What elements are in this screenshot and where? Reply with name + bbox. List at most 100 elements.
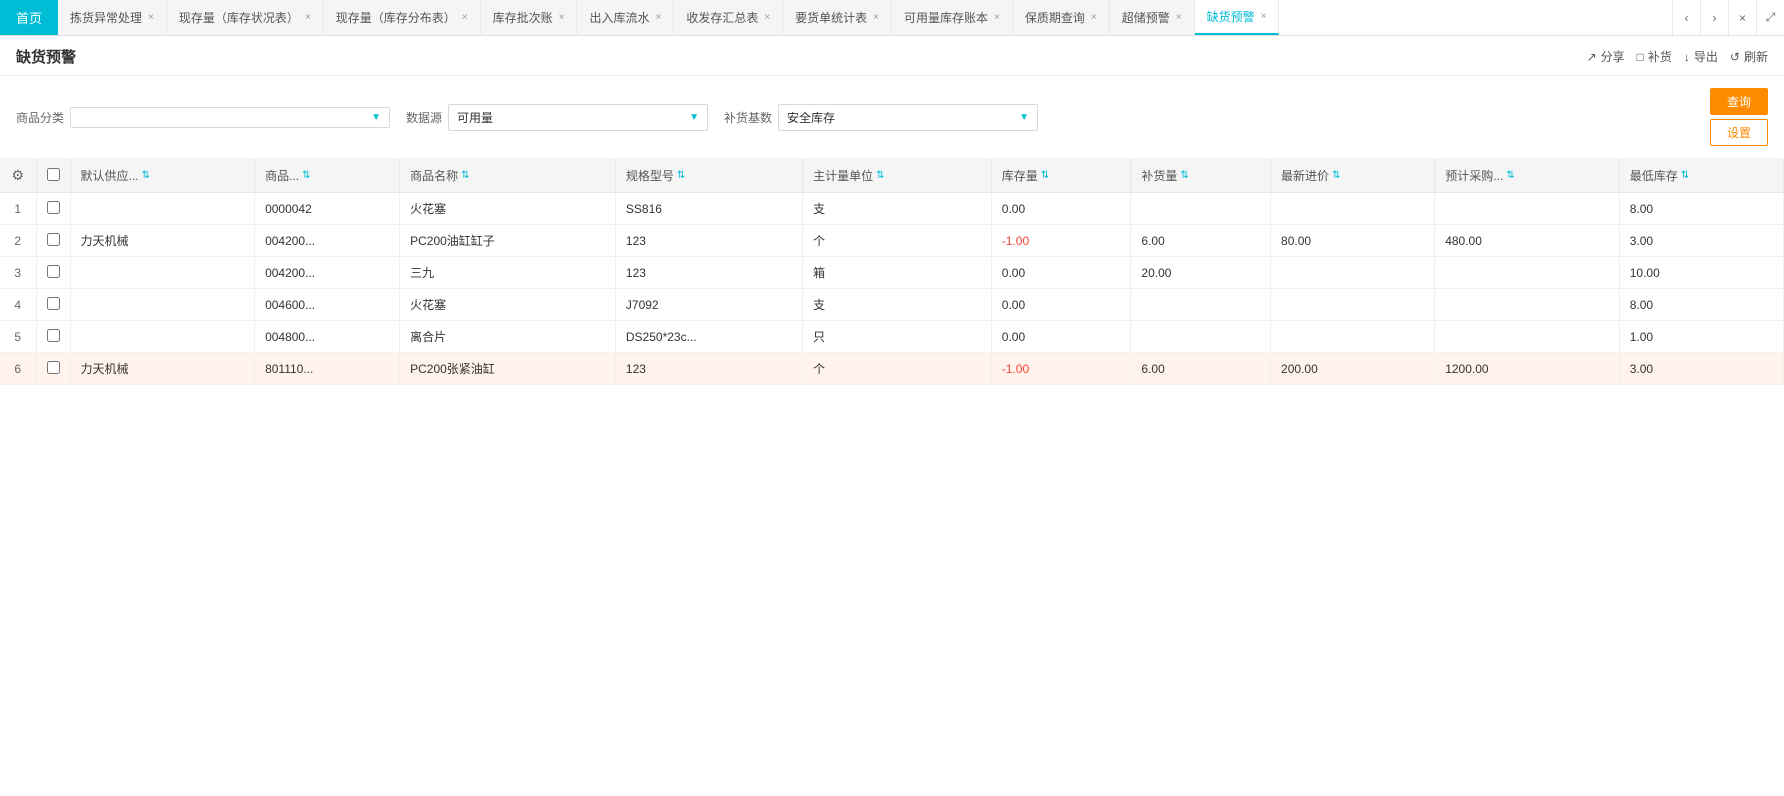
tab-shortage-label: 缺货预警: [1207, 8, 1255, 25]
col-stock-sort-icon: ⇅: [1041, 170, 1049, 181]
row-num-4: 4: [0, 289, 36, 321]
row-select-2[interactable]: [47, 233, 60, 246]
col-gear[interactable]: ⚙: [0, 159, 36, 193]
row-select-1[interactable]: [47, 201, 60, 214]
col-name-header[interactable]: 商品名称 ⇅: [400, 159, 616, 193]
table-row: 1 0000042 火花塞 SS816 支 0.00 8.00: [0, 193, 1784, 225]
tab-nav-buttons: ‹ › × ⤢: [1672, 0, 1784, 36]
row-select-4[interactable]: [47, 297, 60, 310]
col-supplier-header[interactable]: 默认供应... ⇅: [70, 159, 255, 193]
tab-receive-summary[interactable]: 收发存汇总表 ×: [674, 0, 783, 35]
replenish-base-select[interactable]: 安全库存 ▼: [778, 104, 1038, 131]
row-supplier-4: [70, 289, 255, 321]
refresh-label: 刷新: [1744, 48, 1768, 65]
select-all-checkbox[interactable]: [47, 168, 60, 181]
col-price-header[interactable]: 最新进价 ⇅: [1271, 159, 1435, 193]
tab-inventory-dist[interactable]: 现存量（库存分布表） ×: [324, 0, 481, 35]
export-button[interactable]: ↓ 导出: [1684, 48, 1718, 65]
tab-fullscreen[interactable]: ⤢: [1756, 0, 1784, 36]
data-table: ⚙ 默认供应... ⇅ 商品... ⇅: [0, 159, 1784, 385]
tab-available-ledger[interactable]: 可用量库存账本 ×: [892, 0, 1013, 35]
col-min-stock-header[interactable]: 最低库存 ⇅: [1619, 159, 1783, 193]
tab-order-stats[interactable]: 要货单统计表 ×: [783, 0, 892, 35]
tab-bar: 首页 拣货异常处理 × 现存量（库存状况表） × 现存量（库存分布表） × 库存…: [0, 0, 1784, 36]
page-title: 缺货预警: [16, 46, 76, 67]
datasource-select[interactable]: 可用量 ▼: [448, 104, 708, 131]
col-replenish-header[interactable]: 补货量 ⇅: [1131, 159, 1271, 193]
tab-inventory-dist-close[interactable]: ×: [462, 12, 468, 23]
row-checkbox-2[interactable]: [36, 225, 70, 257]
tab-overstock-label: 超储预警: [1122, 9, 1170, 26]
table-row: 4 004600... 火花塞 J7092 支 0.00 8.00: [0, 289, 1784, 321]
query-button[interactable]: 查询: [1710, 88, 1768, 115]
tab-shortage[interactable]: 缺货预警 ×: [1195, 0, 1280, 35]
row-checkbox-5[interactable]: [36, 321, 70, 353]
tab-shortage-close[interactable]: ×: [1261, 11, 1267, 22]
datasource-value: 可用量: [457, 109, 493, 126]
row-stock-4: 0.00: [991, 289, 1131, 321]
col-unit-header[interactable]: 主计量单位 ⇅: [803, 159, 992, 193]
row-select-6[interactable]: [47, 361, 60, 374]
share-button[interactable]: ↗ 分享: [1587, 48, 1625, 65]
setting-button[interactable]: 设置: [1710, 119, 1768, 146]
tab-inout-flow-label: 出入库流水: [589, 9, 649, 26]
row-num-3: 3: [0, 257, 36, 289]
row-checkbox-1[interactable]: [36, 193, 70, 225]
tab-expiry-close[interactable]: ×: [1091, 12, 1097, 23]
row-name-4: 火花塞: [400, 289, 616, 321]
category-select[interactable]: ▼: [70, 107, 390, 128]
tab-exception-close[interactable]: ×: [148, 12, 154, 23]
row-supplier-6: 力天机械: [70, 353, 255, 385]
replenish-base-value: 安全库存: [787, 109, 835, 126]
tab-inout-flow-close[interactable]: ×: [655, 12, 661, 23]
tab-inventory-status[interactable]: 现存量（库存状况表） ×: [167, 0, 324, 35]
col-code-header[interactable]: 商品... ⇅: [255, 159, 400, 193]
tab-overstock-close[interactable]: ×: [1176, 12, 1182, 23]
row-supplier-2: 力天机械: [70, 225, 255, 257]
row-est-purchase-4: [1435, 289, 1620, 321]
row-replenish-5: [1131, 321, 1271, 353]
row-replenish-3: 20.00: [1131, 257, 1271, 289]
col-est-purchase-header[interactable]: 预计采购... ⇅: [1435, 159, 1620, 193]
tab-home[interactable]: 首页: [0, 0, 58, 35]
datasource-label: 数据源: [406, 109, 442, 126]
tab-batch-account[interactable]: 库存批次账 ×: [481, 0, 578, 35]
tab-inout-flow[interactable]: 出入库流水 ×: [577, 0, 674, 35]
row-checkbox-3[interactable]: [36, 257, 70, 289]
filter-bar: 商品分类 ▼ 数据源 可用量 ▼ 补货基数 安全库存 ▼ 查询 设置: [0, 76, 1784, 159]
tab-close-all[interactable]: ×: [1728, 0, 1756, 36]
row-est-purchase-6: 1200.00: [1435, 353, 1620, 385]
tab-exception[interactable]: 拣货异常处理 ×: [58, 0, 167, 35]
tab-scroll-left[interactable]: ‹: [1672, 0, 1700, 36]
tab-inventory-status-close[interactable]: ×: [305, 12, 311, 23]
tab-order-stats-close[interactable]: ×: [873, 12, 879, 23]
row-stock-3: 0.00: [991, 257, 1131, 289]
tab-scroll-right[interactable]: ›: [1700, 0, 1728, 36]
tab-expiry[interactable]: 保质期查询 ×: [1013, 0, 1110, 35]
datasource-filter-group: 数据源 可用量 ▼: [406, 104, 708, 131]
tab-available-ledger-close[interactable]: ×: [994, 12, 1000, 23]
col-stock-header[interactable]: 库存量 ⇅: [991, 159, 1131, 193]
row-checkbox-4[interactable]: [36, 289, 70, 321]
row-unit-1: 支: [803, 193, 992, 225]
replenish-button[interactable]: □ 补货: [1637, 48, 1672, 65]
row-min-stock-2: 3.00: [1619, 225, 1783, 257]
row-price-4: [1271, 289, 1435, 321]
row-select-3[interactable]: [47, 265, 60, 278]
row-code-2: 004200...: [255, 225, 400, 257]
tab-receive-summary-close[interactable]: ×: [764, 12, 770, 23]
filter-actions: 查询 设置: [1710, 88, 1768, 146]
tab-overstock[interactable]: 超储预警 ×: [1110, 0, 1195, 35]
tab-batch-account-label: 库存批次账: [493, 9, 553, 26]
tab-batch-account-close[interactable]: ×: [559, 12, 565, 23]
tab-inventory-status-label: 现存量（库存状况表）: [179, 9, 299, 26]
row-checkbox-6[interactable]: [36, 353, 70, 385]
refresh-button[interactable]: ↺ 刷新: [1730, 48, 1768, 65]
row-select-5[interactable]: [47, 329, 60, 342]
gear-icon[interactable]: ⚙: [11, 167, 24, 183]
col-unit-sort-icon: ⇅: [876, 170, 884, 181]
row-name-2: PC200油缸缸子: [400, 225, 616, 257]
row-replenish-4: [1131, 289, 1271, 321]
row-replenish-2: 6.00: [1131, 225, 1271, 257]
col-spec-header[interactable]: 规格型号 ⇅: [615, 159, 802, 193]
